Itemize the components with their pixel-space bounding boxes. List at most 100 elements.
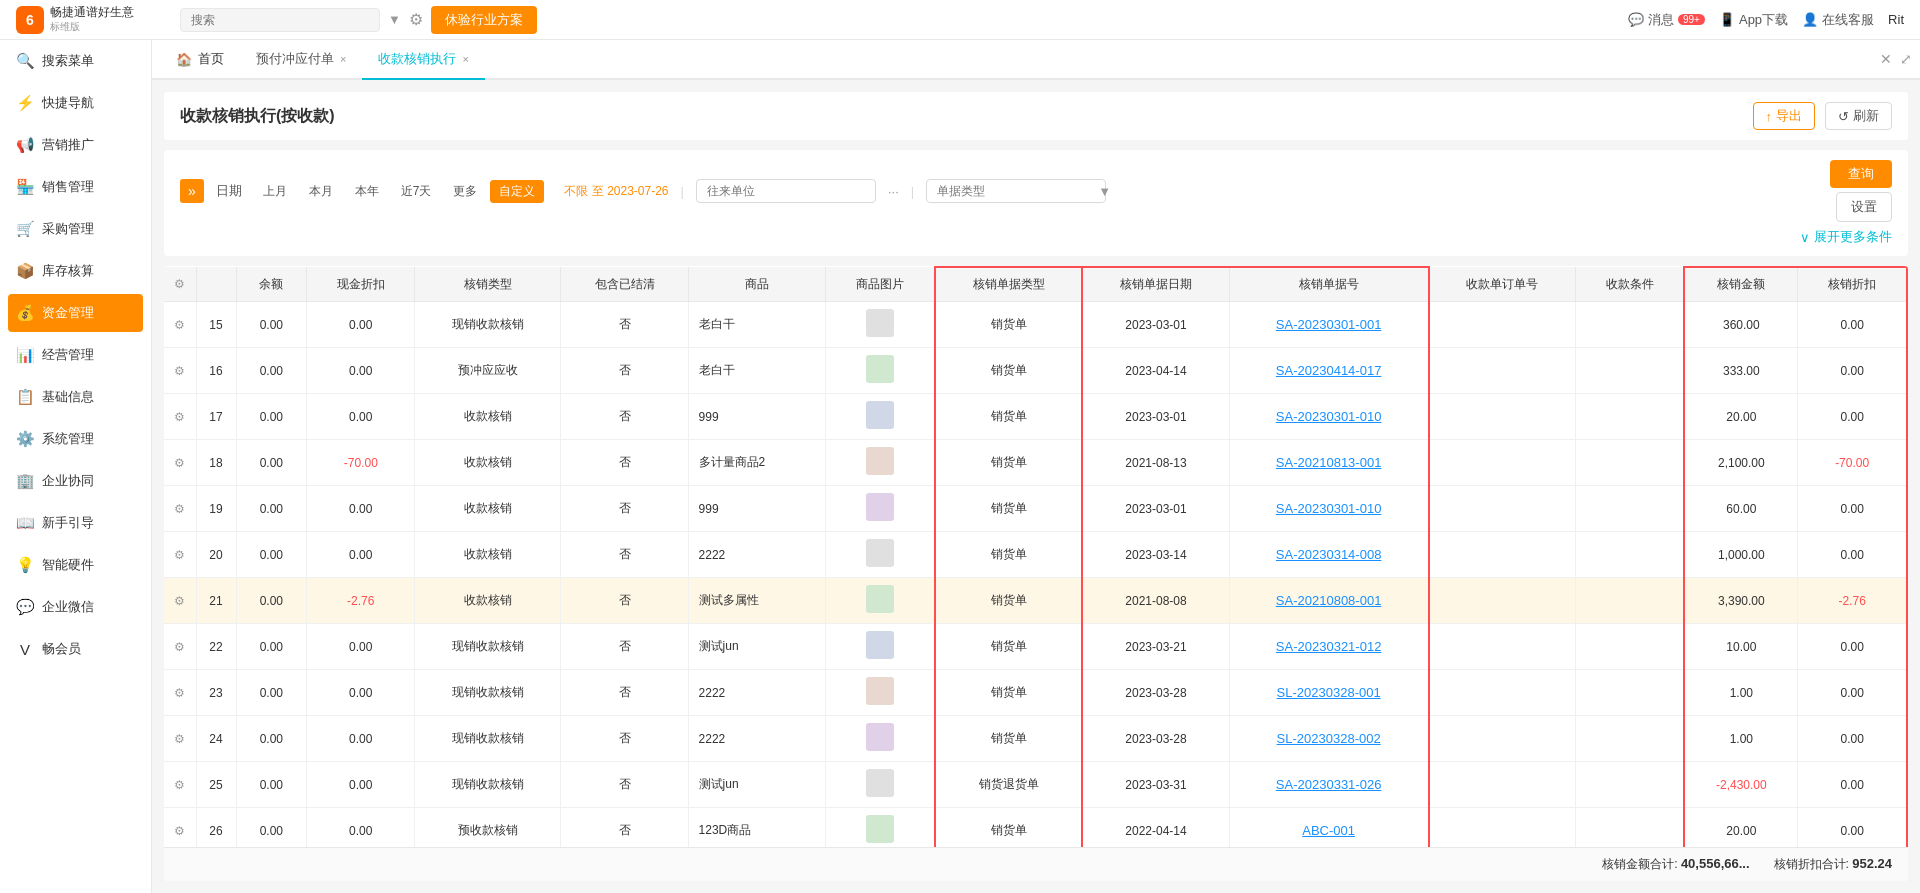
tab-collection-verify[interactable]: 收款核销执行 ×: [362, 40, 484, 80]
close-window-btn[interactable]: ✕: [1880, 51, 1892, 67]
expand-more-btn[interactable]: ∨ 展开更多条件: [1800, 228, 1892, 246]
td-goods-img: [826, 578, 935, 624]
cart-icon: 🛒: [16, 220, 34, 238]
tab-prepay-label: 预付冲应付单: [256, 50, 334, 68]
tab-prepay-close[interactable]: ×: [340, 53, 346, 65]
online-service-btn[interactable]: 👤 在线客服: [1802, 11, 1874, 29]
td-includes-settled: 否: [561, 578, 688, 624]
td-includes-settled: 否: [561, 302, 688, 348]
sidebar-item-sales[interactable]: 🏪 销售管理: [0, 166, 151, 208]
th-settings[interactable]: ⚙: [164, 267, 196, 302]
tab-home[interactable]: 🏠 首页: [160, 40, 240, 80]
td-collection-condition: [1575, 486, 1684, 532]
date-btn-7days[interactable]: 近7天: [392, 180, 441, 203]
td-verify-type: 现销收款核销: [415, 302, 561, 348]
collapse-filter-btn[interactable]: »: [180, 179, 204, 203]
table-header-row: ⚙ 余额 现金折扣 核销类型 包含已结清 商品 商品图片 核销单据类型 核销单据…: [164, 267, 1907, 302]
td-verify-receipt-no: SA-20230301-010: [1229, 486, 1428, 532]
td-settings[interactable]: ⚙: [164, 348, 196, 394]
td-seq: 19: [196, 486, 236, 532]
sidebar-item-purchase[interactable]: 🛒 采购管理: [0, 208, 151, 250]
tabs-bar: 🏠 首页 预付冲应付单 × 收款核销执行 × ✕ ⤢: [152, 40, 1920, 80]
sidebar-item-vip[interactable]: V 畅会员: [0, 628, 151, 670]
td-verify-type: 收款核销: [415, 440, 561, 486]
sidebar-item-marketing[interactable]: 📢 营销推广: [0, 124, 151, 166]
td-goods-img: [826, 532, 935, 578]
sidebar-item-quick-nav[interactable]: ⚡ 快捷导航: [0, 82, 151, 124]
th-seq: [196, 267, 236, 302]
sidebar-item-wechat[interactable]: 💬 企业微信: [0, 586, 151, 628]
sidebar-item-label: 经营管理: [42, 346, 94, 364]
filter-row: » 日期 上月 本月 本年 近7天 更多 自定义 不限 至 2023-07-26…: [180, 160, 1892, 222]
bulb-icon: 💡: [16, 556, 34, 574]
maximize-window-btn[interactable]: ⤢: [1900, 51, 1912, 67]
sidebar-item-label: 智能硬件: [42, 556, 94, 574]
td-verify-discount: 0.00: [1798, 532, 1907, 578]
date-btn-this-year[interactable]: 本年: [346, 180, 388, 203]
query-btn[interactable]: 查询: [1830, 160, 1892, 188]
top-search-input[interactable]: [180, 8, 380, 32]
sidebar-item-inventory[interactable]: 📦 库存核算: [0, 250, 151, 292]
td-goods: 老白干: [688, 348, 826, 394]
sidebar-item-enterprise[interactable]: 🏢 企业协同: [0, 460, 151, 502]
sidebar-item-guide[interactable]: 📖 新手引导: [0, 502, 151, 544]
td-goods-img: [826, 486, 935, 532]
td-includes-settled: 否: [561, 394, 688, 440]
table-scroll[interactable]: ⚙ 余额 现金折扣 核销类型 包含已结清 商品 商品图片 核销单据类型 核销单据…: [164, 266, 1908, 847]
th-collection-condition: 收款条件: [1575, 267, 1684, 302]
date-btn-last-month[interactable]: 上月: [254, 180, 296, 203]
td-settings[interactable]: ⚙: [164, 532, 196, 578]
top-bar: 6 畅捷通谱好生意 标维版 ▼ ⚙ 休验行业方案 💬 消息 99+ 📱 App下…: [0, 0, 1920, 40]
th-includes-settled: 包含已结清: [561, 267, 688, 302]
td-settings[interactable]: ⚙: [164, 394, 196, 440]
message-btn[interactable]: 💬 消息 99+: [1628, 11, 1705, 29]
th-verify-discount: 核销折扣: [1798, 267, 1907, 302]
receipt-type-select[interactable]: [926, 179, 1106, 203]
td-verify-amount: 1,000.00: [1684, 532, 1797, 578]
counterparty-input[interactable]: [696, 179, 876, 203]
footer-verify-discount: 核销折扣合计: 952.24: [1774, 856, 1892, 873]
td-settings[interactable]: ⚙: [164, 716, 196, 762]
td-settings[interactable]: ⚙: [164, 624, 196, 670]
td-collection-condition: [1575, 762, 1684, 808]
sidebar-item-smart-hw[interactable]: 💡 智能硬件: [0, 544, 151, 586]
td-settings[interactable]: ⚙: [164, 578, 196, 624]
td-settings[interactable]: ⚙: [164, 808, 196, 848]
main-table: ⚙ 余额 现金折扣 核销类型 包含已结清 商品 商品图片 核销单据类型 核销单据…: [164, 266, 1908, 847]
app-download-btn[interactable]: 📱 App下载: [1719, 11, 1788, 29]
td-verify-receipt-type: 销货单: [935, 670, 1083, 716]
export-icon: ↑: [1766, 109, 1773, 124]
td-cash-discount: -2.76: [307, 578, 415, 624]
sidebar-item-basic-info[interactable]: 📋 基础信息: [0, 376, 151, 418]
td-goods: 2222: [688, 670, 826, 716]
tab-prepay[interactable]: 预付冲应付单 ×: [240, 40, 362, 80]
refresh-btn[interactable]: ↺ 刷新: [1825, 102, 1892, 130]
td-includes-settled: 否: [561, 532, 688, 578]
counterparty-dots[interactable]: ···: [888, 184, 899, 199]
table-row: ⚙ 22 0.00 0.00 现销收款核销 否 测试jun 销货单 2023-0…: [164, 624, 1907, 670]
tab-collection-verify-close[interactable]: ×: [462, 53, 468, 65]
gear-icon[interactable]: ⚙: [409, 10, 423, 29]
sidebar-item-finance[interactable]: 💰 资金管理: [8, 294, 143, 332]
date-btn-custom[interactable]: 自定义: [490, 180, 544, 203]
sidebar-item-search-menu[interactable]: 🔍 搜索菜单: [0, 40, 151, 82]
td-settings[interactable]: ⚙: [164, 762, 196, 808]
tab-collection-verify-label: 收款核销执行: [378, 50, 456, 68]
home-icon: 🏠: [176, 52, 192, 67]
sidebar-item-operations[interactable]: 📊 经营管理: [0, 334, 151, 376]
filter-settings-btn[interactable]: 设置: [1836, 192, 1892, 222]
industry-btn[interactable]: 休验行业方案: [431, 6, 537, 34]
date-btn-more[interactable]: 更多: [444, 180, 486, 203]
td-verify-receipt-no: SA-20230321-012: [1229, 624, 1428, 670]
td-settings[interactable]: ⚙: [164, 440, 196, 486]
date-btn-this-month[interactable]: 本月: [300, 180, 342, 203]
sidebar-item-label: 畅会员: [42, 640, 81, 658]
td-settings[interactable]: ⚙: [164, 302, 196, 348]
sidebar-item-system[interactable]: ⚙️ 系统管理: [0, 418, 151, 460]
td-settings[interactable]: ⚙: [164, 486, 196, 532]
td-balance: 0.00: [236, 394, 307, 440]
td-settings[interactable]: ⚙: [164, 670, 196, 716]
export-btn[interactable]: ↑ 导出: [1753, 102, 1816, 130]
td-goods: 2222: [688, 532, 826, 578]
th-collection-order-no: 收款单订单号: [1429, 267, 1576, 302]
